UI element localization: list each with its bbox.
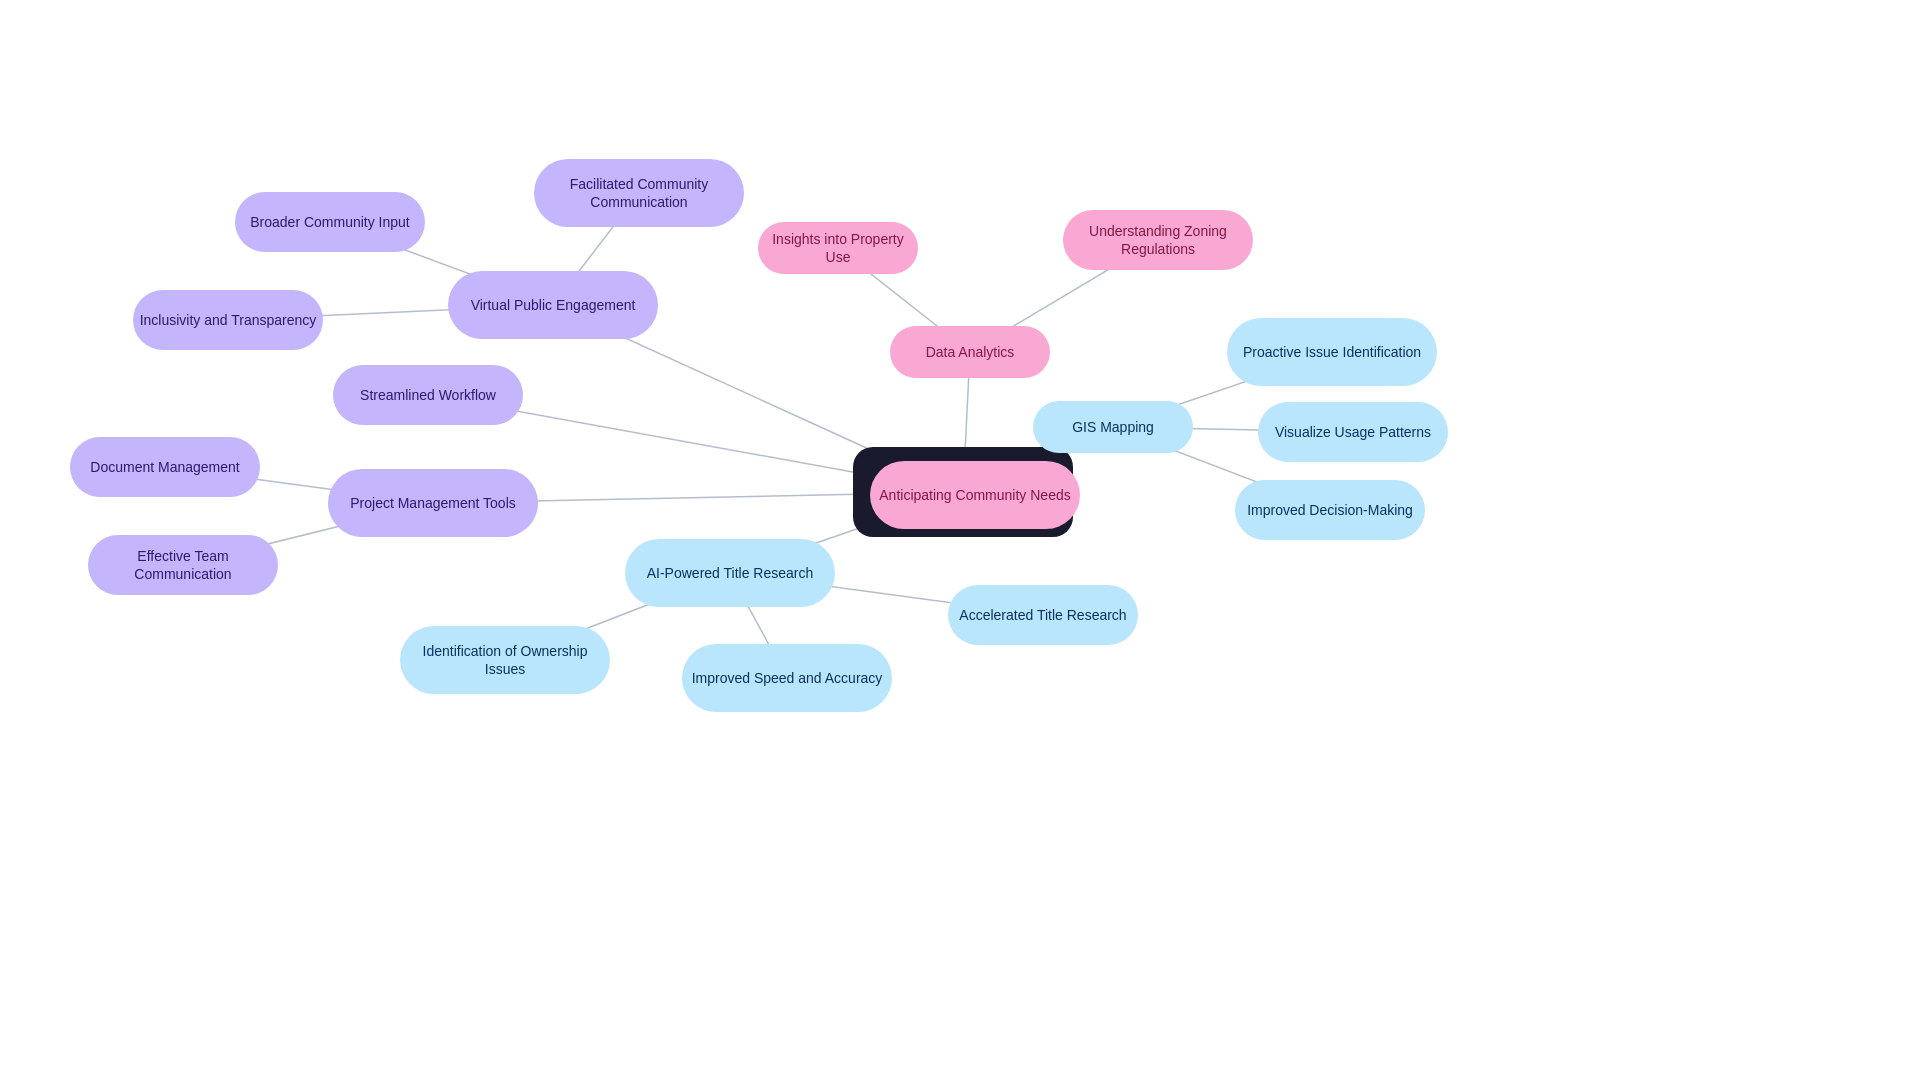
node-data_analytics[interactable]: Data Analytics — [890, 326, 1050, 378]
node-broader_community_input[interactable]: Broader Community Input — [235, 192, 425, 252]
node-improved_decision_making[interactable]: Improved Decision-Making — [1235, 480, 1425, 540]
node-accelerated_title_research[interactable]: Accelerated Title Research — [948, 585, 1138, 645]
node-project_management_tools[interactable]: Project Management Tools — [328, 469, 538, 537]
node-label-effective_team_communication: Effective Team Communication — [88, 547, 278, 583]
node-streamlined_workflow[interactable]: Streamlined Workflow — [333, 365, 523, 425]
node-label-project_management_tools: Project Management Tools — [346, 494, 520, 512]
node-visualize_usage_patterns[interactable]: Visualize Usage Patterns — [1258, 402, 1448, 462]
node-document_management[interactable]: Document Management — [70, 437, 260, 497]
node-label-facilitated_community_communication: Facilitated Community Communication — [534, 175, 744, 211]
node-label-identification_of_ownership_issues: Identification of Ownership Issues — [400, 642, 610, 678]
node-label-inclusivity_and_transparency: Inclusivity and Transparency — [136, 311, 321, 329]
node-label-virtual_public_engagement: Virtual Public Engagement — [467, 296, 640, 314]
node-label-improved_speed_and_accuracy: Improved Speed and Accuracy — [688, 669, 887, 687]
node-label-broader_community_input: Broader Community Input — [246, 213, 414, 231]
node-label-ai_powered_title_research: AI-Powered Title Research — [643, 564, 818, 582]
node-label-understanding_zoning_regulations: Understanding Zoning Regulations — [1063, 222, 1253, 258]
node-label-anticipating_community_needs: Anticipating Community Needs — [875, 486, 1074, 504]
node-label-streamlined_workflow: Streamlined Workflow — [356, 386, 500, 404]
node-anticipating_community_needs[interactable]: Anticipating Community Needs — [870, 461, 1080, 529]
node-virtual_public_engagement[interactable]: Virtual Public Engagement — [448, 271, 658, 339]
node-inclusivity_and_transparency[interactable]: Inclusivity and Transparency — [133, 290, 323, 350]
node-label-data_analytics: Data Analytics — [922, 343, 1019, 361]
node-label-proactive_issue_identification: Proactive Issue Identification — [1239, 343, 1425, 361]
node-ai_powered_title_research[interactable]: AI-Powered Title Research — [625, 539, 835, 607]
node-improved_speed_and_accuracy[interactable]: Improved Speed and Accuracy — [682, 644, 892, 712]
node-identification_of_ownership_issues[interactable]: Identification of Ownership Issues — [400, 626, 610, 694]
mindmap-container: Role of Technology in Streamlining Entit… — [0, 0, 1920, 1083]
node-effective_team_communication[interactable]: Effective Team Communication — [88, 535, 278, 595]
node-proactive_issue_identification[interactable]: Proactive Issue Identification — [1227, 318, 1437, 386]
node-insights_into_property_use[interactable]: Insights into Property Use — [758, 222, 918, 274]
node-facilitated_community_communication[interactable]: Facilitated Community Communication — [534, 159, 744, 227]
node-gis_mapping[interactable]: GIS Mapping — [1033, 401, 1193, 453]
connections-svg — [0, 0, 1920, 1083]
node-label-document_management: Document Management — [86, 458, 243, 476]
node-label-improved_decision_making: Improved Decision-Making — [1243, 501, 1417, 519]
node-understanding_zoning_regulations[interactable]: Understanding Zoning Regulations — [1063, 210, 1253, 270]
node-label-visualize_usage_patterns: Visualize Usage Patterns — [1271, 423, 1435, 441]
node-label-gis_mapping: GIS Mapping — [1068, 418, 1158, 436]
node-label-insights_into_property_use: Insights into Property Use — [758, 230, 918, 266]
node-label-accelerated_title_research: Accelerated Title Research — [955, 606, 1130, 624]
